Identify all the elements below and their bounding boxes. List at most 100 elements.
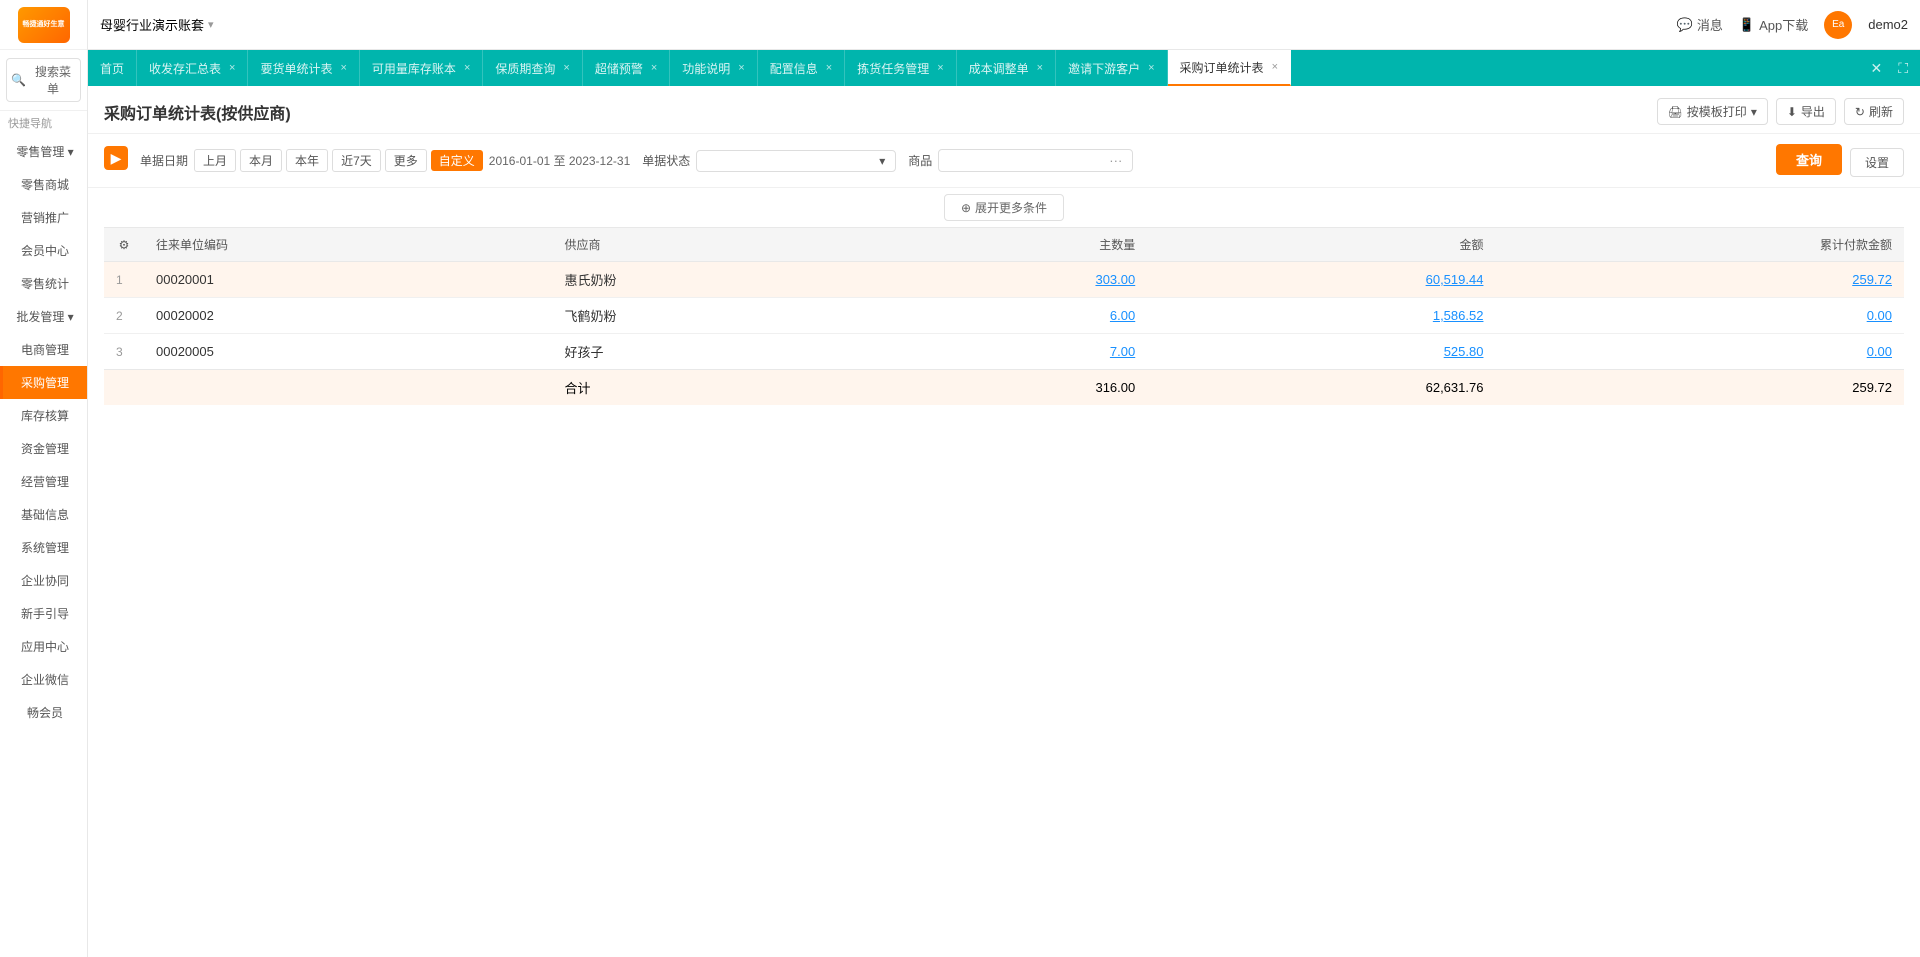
row-amount[interactable]: 1,586.52 bbox=[1147, 298, 1495, 334]
table-row: 1 00020001 惠氏奶粉 303.00 60,519.44 259.72 bbox=[104, 262, 1904, 298]
gear-icon[interactable]: ⚙ bbox=[119, 238, 130, 252]
sidebar-item-enterprise[interactable]: 企业协同 bbox=[0, 564, 87, 597]
date-quick-options: 上月 本月 本年 近7天 更多 自定义 bbox=[194, 149, 483, 172]
footer-empty-code bbox=[144, 370, 553, 406]
row-qty[interactable]: 6.00 bbox=[876, 298, 1147, 334]
date-more[interactable]: 更多 bbox=[385, 149, 427, 172]
tab-validity[interactable]: 保质期查询× bbox=[483, 50, 582, 86]
tab-close-picktask[interactable]: × bbox=[937, 62, 943, 74]
sidebar-item-retail_shop[interactable]: 零售商城 bbox=[0, 168, 87, 201]
date-this-month[interactable]: 本月 bbox=[240, 149, 282, 172]
app-download-button[interactable]: 📱 App下载 bbox=[1739, 15, 1808, 34]
tab-sfsummary[interactable]: 收发存汇总表× bbox=[137, 50, 248, 86]
expand-filter-row: ⊕ 展开更多条件 bbox=[88, 188, 1920, 227]
sidebar-item-inventory_check[interactable]: 库存核算 bbox=[0, 399, 87, 432]
tab-close-inventory[interactable]: × bbox=[464, 62, 470, 74]
message-icon: 💬 bbox=[1677, 17, 1693, 33]
tab-requisition[interactable]: 要货单统计表 × bbox=[248, 50, 359, 86]
filter-row: 单据日期 上月 本月 本年 近7天 更多 自定义 2016-01-01 至 20… bbox=[140, 144, 1904, 177]
refresh-button[interactable]: ↻ 刷新 bbox=[1844, 98, 1904, 125]
tab-label-home: 首页 bbox=[100, 60, 124, 77]
row-paid[interactable]: 0.00 bbox=[1495, 334, 1904, 370]
tabbar-right-actions: ✕ ⛶ bbox=[1858, 50, 1920, 86]
sidebar-item-wholesale[interactable]: 批发管理 ▾ bbox=[0, 300, 87, 333]
filter-toggle-button[interactable]: ▶ bbox=[104, 146, 128, 170]
tab-close-overstock[interactable]: × bbox=[651, 62, 657, 74]
tab-invitecustomer[interactable]: 邀请下游客户× bbox=[1056, 50, 1167, 86]
row-qty[interactable]: 303.00 bbox=[876, 262, 1147, 298]
tab-close-config[interactable]: × bbox=[826, 62, 832, 74]
export-button[interactable]: ⬇ 导出 bbox=[1776, 98, 1836, 125]
message-button[interactable]: 💬 消息 bbox=[1677, 15, 1723, 34]
footer-empty-gear bbox=[104, 370, 144, 406]
sidebar-item-retail[interactable]: 零售管理 ▾ bbox=[0, 135, 87, 168]
sidebar-item-vip[interactable]: 畅会员 bbox=[0, 696, 87, 729]
tab-funcguide[interactable]: 功能说明 × bbox=[670, 50, 757, 86]
row-paid[interactable]: 259.72 bbox=[1495, 262, 1904, 298]
tab-close-costadjust[interactable]: × bbox=[1037, 62, 1043, 74]
row-amount[interactable]: 525.80 bbox=[1147, 334, 1495, 370]
settings-button[interactable]: 设置 bbox=[1850, 148, 1904, 177]
sidebar-item-ecommerce[interactable]: 电商管理 bbox=[0, 333, 87, 366]
sidebar-item-appcenter[interactable]: 应用中心 bbox=[0, 630, 87, 663]
goods-input-wrapper: ··· bbox=[938, 149, 1133, 172]
tab-label-requisition: 要货单统计表 bbox=[260, 60, 332, 77]
sidebar-search[interactable]: 🔍 搜索菜单 bbox=[0, 50, 87, 111]
tab-close-validity[interactable]: × bbox=[563, 62, 569, 74]
status-select[interactable]: ▾ bbox=[696, 150, 896, 172]
footer-label: 合计 bbox=[553, 370, 876, 406]
workspace-name: 母婴行业演示账套 bbox=[100, 15, 204, 34]
tab-close-requisition[interactable]: × bbox=[340, 62, 346, 74]
row-amount[interactable]: 60,519.44 bbox=[1147, 262, 1495, 298]
tab-label-inventory: 可用量库存账本 bbox=[372, 60, 456, 77]
sidebar-item-member[interactable]: 会员中心 bbox=[0, 234, 87, 267]
row-qty[interactable]: 7.00 bbox=[876, 334, 1147, 370]
expand-filter-button[interactable]: ⊕ 展开更多条件 bbox=[944, 194, 1064, 221]
sidebar-item-basic[interactable]: 基础信息 bbox=[0, 498, 87, 531]
sidebar-item-finance[interactable]: 资金管理 bbox=[0, 432, 87, 465]
sidebar-item-retail_stats[interactable]: 零售统计 bbox=[0, 267, 87, 300]
tab-purchaseorder[interactable]: 采购订单统计表× bbox=[1168, 50, 1291, 86]
table-body: 1 00020001 惠氏奶粉 303.00 60,519.44 259.72 … bbox=[104, 262, 1904, 370]
goods-input[interactable] bbox=[949, 154, 1109, 168]
tab-costadjust[interactable]: 成本调整单× bbox=[957, 50, 1056, 86]
tab-overstock[interactable]: 超储预警× bbox=[583, 50, 670, 86]
sidebar-item-marketing[interactable]: 营销推广 bbox=[0, 201, 87, 234]
table-container: ⚙ 往来单位编码 供应商 主数量 金额 累计付款金额 1 00020001 惠氏… bbox=[88, 227, 1920, 957]
tab-close-invitecustomer[interactable]: × bbox=[1148, 62, 1154, 74]
goods-more-icon: ··· bbox=[1109, 153, 1122, 168]
refresh-icon: ↻ bbox=[1855, 105, 1865, 119]
query-button[interactable]: 查询 bbox=[1776, 144, 1842, 175]
tab-config[interactable]: 配置信息× bbox=[758, 50, 845, 86]
date-7days[interactable]: 近7天 bbox=[332, 149, 381, 172]
search-menu-button[interactable]: 🔍 搜索菜单 bbox=[6, 58, 81, 102]
sidebar-item-system[interactable]: 系统管理 bbox=[0, 531, 87, 564]
tabbar-close-icon[interactable]: ✕ bbox=[1866, 58, 1886, 79]
tab-home[interactable]: 首页 bbox=[88, 50, 137, 86]
tab-label-funcguide: 功能说明 bbox=[682, 60, 730, 77]
col-paid: 累计付款金额 bbox=[1495, 228, 1904, 262]
sidebar-item-operation[interactable]: 经营管理 bbox=[0, 465, 87, 498]
tab-close-sfsummary[interactable]: × bbox=[229, 62, 235, 74]
tabbar-maximize-icon[interactable]: ⛶ bbox=[1894, 58, 1912, 79]
sidebar-item-corpwechat[interactable]: 企业微信 bbox=[0, 663, 87, 696]
tab-close-purchaseorder[interactable]: × bbox=[1272, 61, 1278, 73]
page-content: 采购订单统计表(按供应商) 🖨 按模板打印 ▾ ⬇ 导出 ↻ 刷新 ▶ bbox=[88, 86, 1920, 957]
sidebar-items: 零售管理 ▾零售商城营销推广会员中心零售统计批发管理 ▾电商管理采购管理库存核算… bbox=[0, 135, 87, 729]
print-button[interactable]: 🖨 按模板打印 ▾ bbox=[1657, 98, 1768, 125]
row-supplier: 好孩子 bbox=[553, 334, 876, 370]
username: demo2 bbox=[1868, 17, 1908, 32]
tab-inventory[interactable]: 可用量库存账本 × bbox=[360, 50, 483, 86]
row-idx: 3 bbox=[104, 334, 144, 370]
workspace-selector[interactable]: 母婴行业演示账套 ▾ bbox=[100, 15, 1669, 34]
sidebar-item-purchase[interactable]: 采购管理 bbox=[0, 366, 87, 399]
tab-close-funcguide[interactable]: × bbox=[738, 62, 744, 74]
status-filter-label: 单据状态 bbox=[642, 152, 690, 169]
user-avatar[interactable]: Ea bbox=[1824, 11, 1852, 39]
sidebar-item-newguide[interactable]: 新手引导 bbox=[0, 597, 87, 630]
row-paid[interactable]: 0.00 bbox=[1495, 298, 1904, 334]
action-buttons: 查询 设置 bbox=[1776, 144, 1904, 177]
date-last-month[interactable]: 上月 bbox=[194, 149, 236, 172]
date-this-year[interactable]: 本年 bbox=[286, 149, 328, 172]
tab-picktask[interactable]: 拣货任务管理× bbox=[845, 50, 956, 86]
